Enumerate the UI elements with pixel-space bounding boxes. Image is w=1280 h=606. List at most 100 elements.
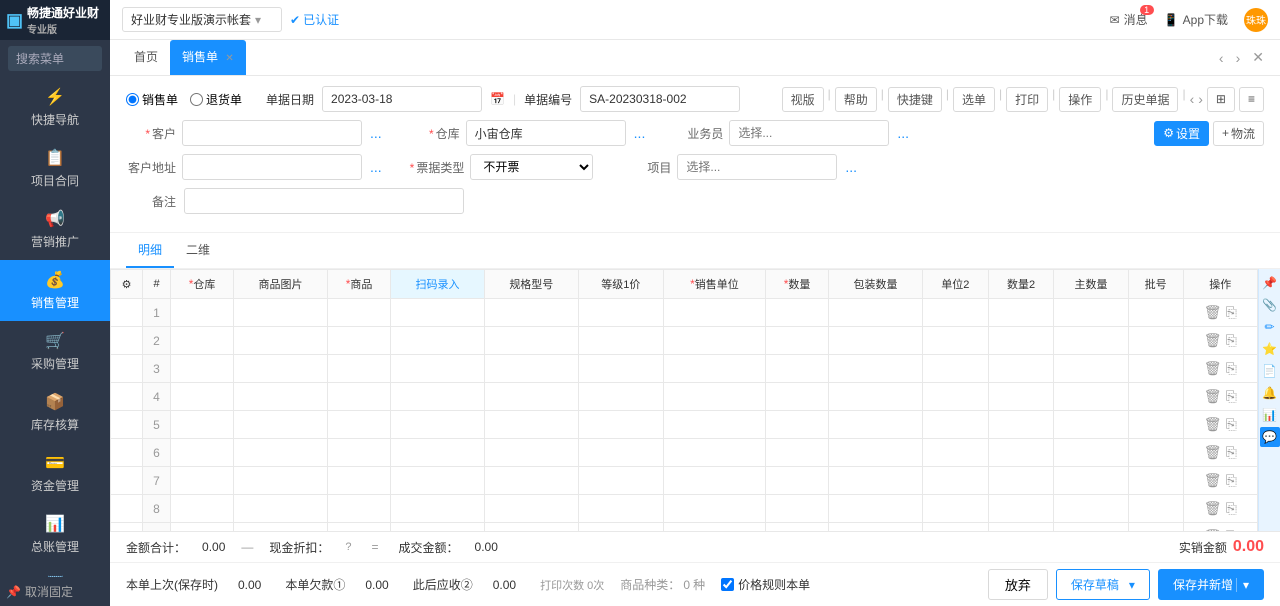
row-qty2[interactable] <box>988 299 1054 327</box>
next-record-button[interactable]: › <box>1198 87 1203 112</box>
row-scan[interactable] <box>391 411 485 439</box>
row-product[interactable] <box>327 523 390 532</box>
row-main-qty[interactable] <box>1054 299 1128 327</box>
project-input[interactable] <box>677 154 837 180</box>
invoice-type-select[interactable]: 不开票 增值税普通发票 增值税专用发票 <box>470 154 593 180</box>
sidebar-item-invoice[interactable]: 🧾 发票管理 <box>0 565 110 577</box>
address-picker-icon[interactable]: ... <box>370 159 382 175</box>
row-qty2[interactable] <box>988 383 1054 411</box>
row-qty[interactable] <box>765 411 828 439</box>
row-unit2[interactable] <box>922 355 988 383</box>
copy-row-icon[interactable]: ⎘ <box>1226 360 1237 377</box>
customer-input[interactable] <box>182 120 362 146</box>
help-button[interactable]: 帮助 <box>835 87 877 112</box>
remark-input[interactable] <box>184 188 464 214</box>
row-qty[interactable] <box>765 299 828 327</box>
row-pkg-qty[interactable] <box>829 299 923 327</box>
tab-prev-button[interactable]: ‹ <box>1215 47 1228 68</box>
tab-home[interactable]: 首页 <box>122 40 170 75</box>
row-main-qty[interactable] <box>1054 355 1128 383</box>
sidebar-item-ledger[interactable]: 📊 总账管理 <box>0 504 110 565</box>
row-unit2[interactable] <box>922 383 988 411</box>
warehouse-picker-icon[interactable]: ... <box>634 125 646 141</box>
row-product[interactable] <box>327 299 390 327</box>
delete-row-icon[interactable]: 🗑 <box>1204 360 1222 377</box>
row-unit2[interactable] <box>922 299 988 327</box>
row-pkg-qty[interactable] <box>829 523 923 532</box>
row-warehouse[interactable] <box>171 299 234 327</box>
bill-no-input[interactable] <box>580 86 740 112</box>
row-unit2[interactable] <box>922 467 988 495</box>
row-price[interactable] <box>578 383 663 411</box>
delete-row-icon[interactable]: 🗑 <box>1204 472 1222 489</box>
messages-button[interactable]: ✉ 消息 1 <box>1110 11 1148 28</box>
row-unit2[interactable] <box>922 495 988 523</box>
right-icon-5[interactable]: 📄 <box>1260 361 1280 381</box>
shortcuts-button[interactable]: 快捷键 <box>888 87 942 112</box>
copy-row-icon[interactable]: ⎘ <box>1226 444 1237 461</box>
row-product[interactable] <box>327 411 390 439</box>
row-pkg-qty[interactable] <box>829 439 923 467</box>
row-price[interactable] <box>578 523 663 532</box>
row-warehouse[interactable] <box>171 495 234 523</box>
customer-picker-icon[interactable]: ... <box>370 125 382 141</box>
row-pkg-qty[interactable] <box>829 355 923 383</box>
search-menu-button[interactable]: 搜索菜单 <box>8 46 102 71</box>
prev-record-button[interactable]: ‹ <box>1190 87 1195 112</box>
sidebar-item-funds[interactable]: 💳 资金管理 <box>0 443 110 504</box>
row-scan[interactable] <box>391 467 485 495</box>
delete-row-icon[interactable]: 🗑 <box>1204 332 1222 349</box>
row-unit[interactable] <box>663 327 765 355</box>
row-price[interactable] <box>578 467 663 495</box>
row-qty[interactable] <box>765 327 828 355</box>
delete-row-icon[interactable]: 🗑 <box>1204 304 1222 321</box>
sidebar-item-marketing[interactable]: 📢 营销推广 <box>0 199 110 260</box>
price-rule-checkbox[interactable] <box>721 578 734 591</box>
bill-date-input[interactable]: 2023-03-18 <box>322 86 482 112</box>
row-unit[interactable] <box>663 411 765 439</box>
delete-row-icon[interactable]: 🗑 <box>1204 416 1222 433</box>
row-pkg-qty[interactable] <box>829 411 923 439</box>
row-batch[interactable] <box>1128 495 1183 523</box>
row-scan[interactable] <box>391 523 485 532</box>
copy-row-icon[interactable]: ⎘ <box>1226 416 1237 433</box>
row-main-qty[interactable] <box>1054 467 1128 495</box>
row-warehouse[interactable] <box>171 439 234 467</box>
row-warehouse[interactable] <box>171 411 234 439</box>
radio-sale-input[interactable] <box>126 93 139 106</box>
tab-detail[interactable]: 明细 <box>126 233 174 268</box>
copy-row-icon[interactable]: ⎘ <box>1226 388 1237 405</box>
row-qty2[interactable] <box>988 439 1054 467</box>
row-unit[interactable] <box>663 299 765 327</box>
right-icon-2[interactable]: 📎 <box>1260 295 1280 315</box>
company-selector[interactable]: 好业财专业版演示帐套 ▾ <box>122 7 282 32</box>
operations-button[interactable]: 操作 <box>1059 87 1101 112</box>
row-qty2[interactable] <box>988 411 1054 439</box>
discount-help-icon[interactable]: ? <box>345 541 351 553</box>
row-price[interactable] <box>578 411 663 439</box>
sidebar-item-project[interactable]: 📋 项目合同 <box>0 138 110 199</box>
save-new-arrow-icon[interactable]: ▾ <box>1236 578 1249 592</box>
discard-button[interactable]: 放弃 <box>988 569 1048 600</box>
row-scan[interactable] <box>391 299 485 327</box>
row-spec[interactable] <box>484 327 578 355</box>
delete-row-icon[interactable]: 🗑 <box>1204 500 1222 517</box>
row-scan[interactable] <box>391 355 485 383</box>
select-order-button[interactable]: 选单 <box>953 87 995 112</box>
right-icon-6[interactable]: 🔔 <box>1260 383 1280 403</box>
settings-button[interactable]: ⚙ 设置 <box>1154 121 1209 146</box>
row-product[interactable] <box>327 495 390 523</box>
delete-row-icon[interactable]: 🗑 <box>1204 444 1222 461</box>
row-spec[interactable] <box>484 467 578 495</box>
row-warehouse[interactable] <box>171 355 234 383</box>
row-scan[interactable] <box>391 383 485 411</box>
project-picker-icon[interactable]: ... <box>845 159 857 175</box>
sidebar-item-inventory[interactable]: 📦 库存核算 <box>0 382 110 443</box>
row-qty2[interactable] <box>988 523 1054 532</box>
row-qty[interactable] <box>765 523 828 532</box>
radio-return-input[interactable] <box>190 93 203 106</box>
row-price[interactable] <box>578 299 663 327</box>
history-button[interactable]: 历史单据 <box>1112 87 1178 112</box>
row-batch[interactable] <box>1128 383 1183 411</box>
col-settings[interactable]: ⚙ <box>111 270 143 299</box>
